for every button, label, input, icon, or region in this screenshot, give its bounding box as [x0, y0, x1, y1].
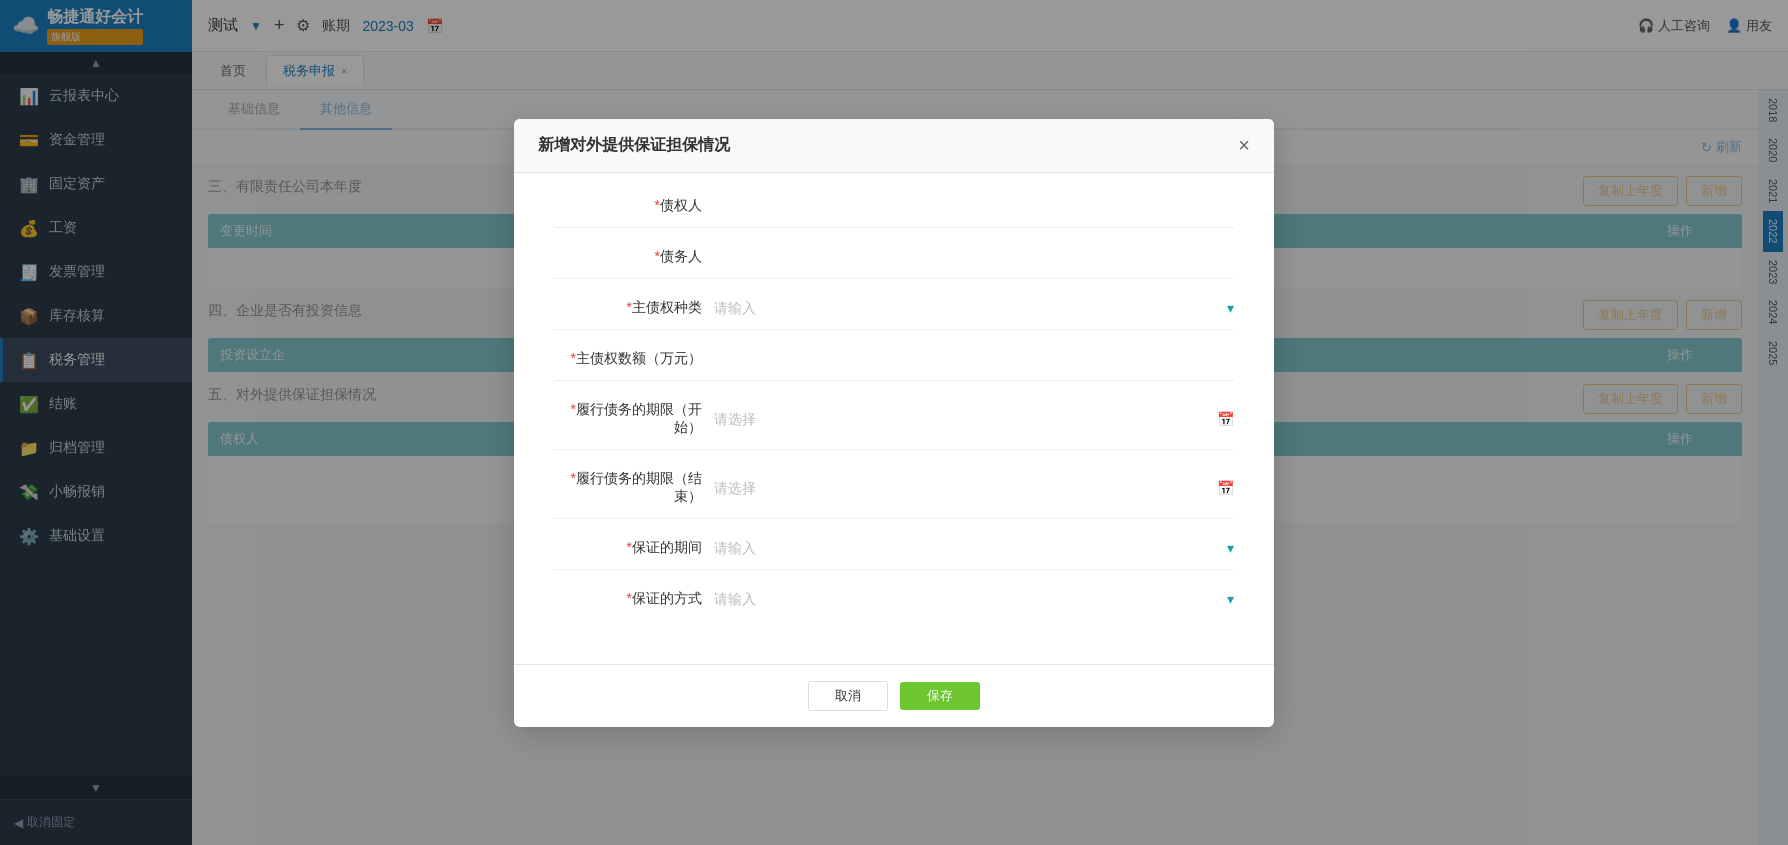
field-guarantee-period: *保证的期间 ▾ — [554, 539, 1234, 570]
modal-header: 新增对外提供保证担保情况 × — [514, 119, 1274, 173]
guarantee-period-input-wrap[interactable]: ▾ — [714, 540, 1234, 556]
cancel-button[interactable]: 取消 — [808, 681, 888, 711]
modal-title: 新增对外提供保证担保情况 — [538, 135, 730, 156]
modal-body: *债权人 *债务人 *主债权种类 — [514, 173, 1274, 664]
debt-type-input-wrap[interactable]: ▾ — [714, 300, 1234, 316]
creditor-input[interactable] — [714, 198, 1234, 214]
add-guarantee-modal: 新增对外提供保证担保情况 × *债权人 *债务人 — [514, 119, 1274, 727]
guarantee-method-input-wrap[interactable]: ▾ — [714, 591, 1234, 607]
period-start-input[interactable] — [714, 411, 1234, 427]
guarantee-method-label: *保证的方式 — [554, 590, 714, 608]
field-guarantee-method: *保证的方式 ▾ — [554, 590, 1234, 620]
period-end-label: *履行债务的期限（结束） — [554, 470, 714, 506]
guarantee-period-input[interactable] — [714, 540, 1234, 556]
debt-amount-input[interactable] — [714, 351, 1234, 367]
field-debt-type: *主债权种类 ▾ — [554, 299, 1234, 330]
period-start-input-wrap: 📅 — [714, 411, 1234, 427]
creditor-label: *债权人 — [554, 197, 714, 215]
guarantee-method-input[interactable] — [714, 591, 1234, 607]
debt-amount-input-wrap — [714, 351, 1234, 367]
creditor-input-wrap — [714, 198, 1234, 214]
debt-amount-label: *主债权数额（万元） — [554, 350, 714, 368]
field-period-start: *履行债务的期限（开始） 📅 — [554, 401, 1234, 450]
modal-overlay: 新增对外提供保证担保情况 × *债权人 *债务人 — [0, 0, 1788, 845]
field-debt-amount: *主债权数额（万元） — [554, 350, 1234, 381]
period-end-input-wrap: 📅 — [714, 480, 1234, 496]
field-creditor: *债权人 — [554, 197, 1234, 228]
period-start-label: *履行债务的期限（开始） — [554, 401, 714, 437]
field-period-end: *履行债务的期限（结束） 📅 — [554, 470, 1234, 519]
debt-type-input[interactable] — [714, 300, 1234, 316]
field-debtor: *债务人 — [554, 248, 1234, 279]
debtor-label: *债务人 — [554, 248, 714, 266]
debtor-input[interactable] — [714, 249, 1234, 265]
period-end-input[interactable] — [714, 480, 1234, 496]
save-button[interactable]: 保存 — [900, 682, 980, 710]
guarantee-period-label: *保证的期间 — [554, 539, 714, 557]
modal-footer: 取消 保存 — [514, 664, 1274, 727]
modal-close-button[interactable]: × — [1238, 135, 1250, 155]
debt-type-label: *主债权种类 — [554, 299, 714, 317]
debtor-input-wrap — [714, 249, 1234, 265]
